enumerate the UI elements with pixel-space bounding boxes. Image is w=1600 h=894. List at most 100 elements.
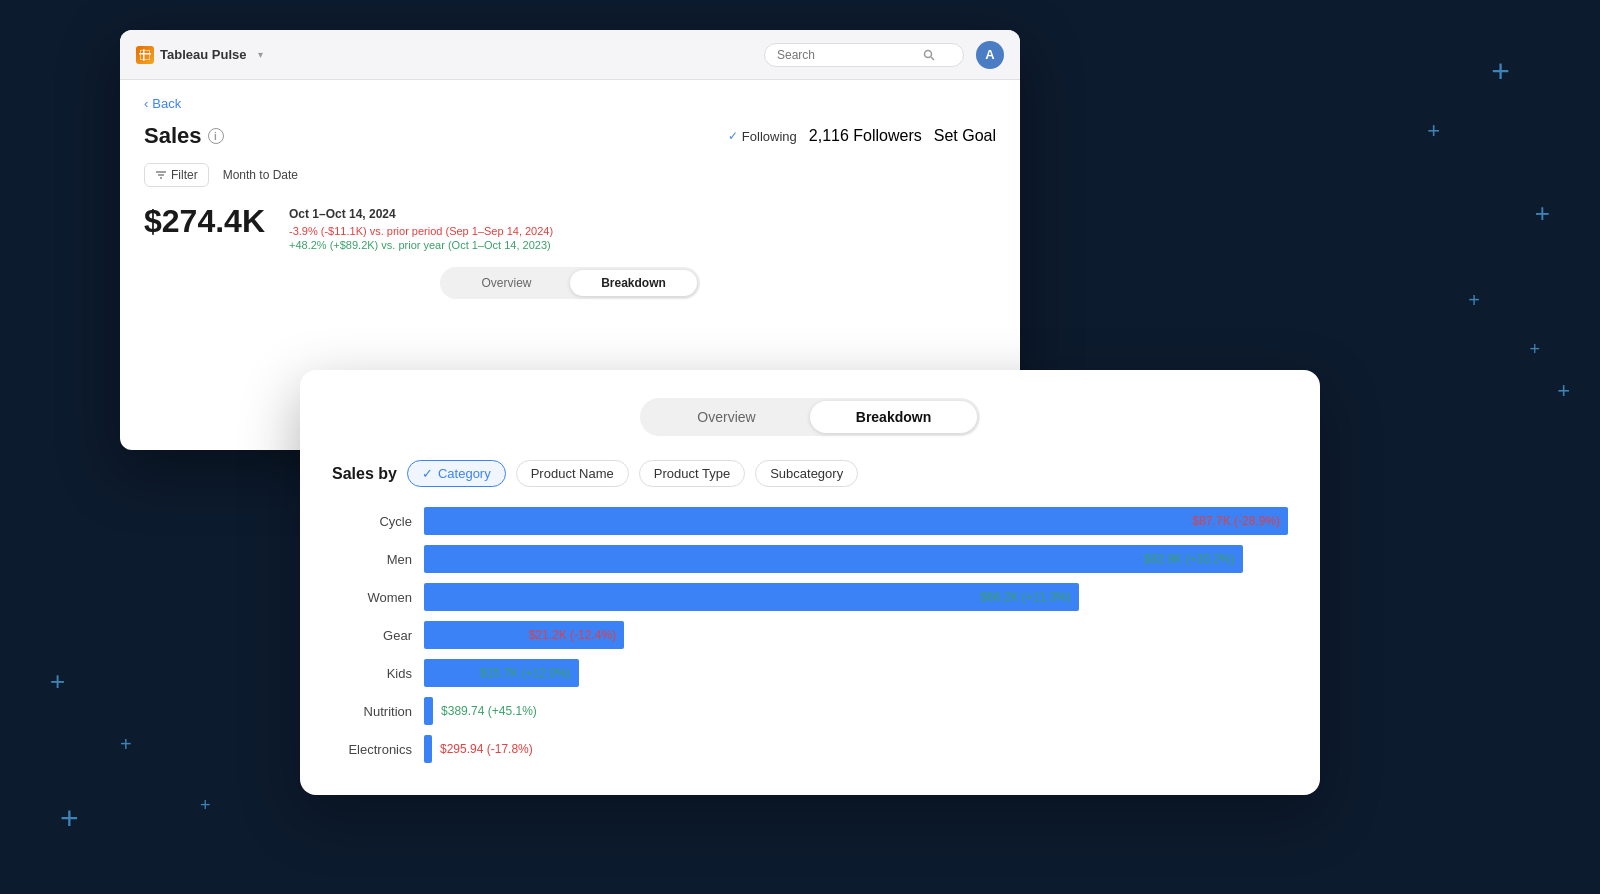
svg-rect-4 [140,50,150,51]
check-icon: ✓ [728,129,738,143]
bar: $389.74 (+45.1%) [424,697,433,725]
back-chevron-icon: ‹ [144,96,148,111]
svg-rect-5 [140,59,150,60]
chart-row: Nutrition $389.74 (+45.1%) [332,697,1288,725]
chart-row-label: Nutrition [332,704,412,719]
tab-breakdown[interactable]: Breakdown [570,270,697,296]
decorative-plus-2: + [1427,120,1440,142]
chart-row-label: Kids [332,666,412,681]
decorative-plus-6: + [1557,380,1570,402]
svg-line-7 [931,57,934,60]
bar-wrapper: $66.2K (+11.3%) [424,583,1288,611]
breakdown-tab-row: Overview Breakdown [332,398,1288,436]
period-button[interactable]: Month to Date [217,164,304,186]
chart-row-label: Men [332,552,412,567]
breakdown-tab-breakdown[interactable]: Breakdown [810,401,977,433]
bar-wrapper: $21.2K (-12.4%) [424,621,1288,649]
browser-header: Tableau Pulse ▾ A [120,30,1020,80]
metric-value: $274.4K [144,203,265,240]
bar-value-inside: $15.7K (+12.0%) [480,666,570,680]
bar-value-inside: $82.9K (+30.2%) [1144,552,1234,566]
breakdown-card: Overview Breakdown Sales by ✓ Category P… [300,370,1320,795]
back-link[interactable]: ‹ Back [144,96,996,111]
bar-wrapper: $82.9K (+30.2%) [424,545,1288,573]
filter-button[interactable]: Filter [144,163,209,187]
bar-wrapper: $295.94 (-17.8%) [424,735,1288,763]
avatar[interactable]: A [976,41,1004,69]
decorative-plus-9: + [200,796,211,814]
bar-wrapper: $15.7K (+12.0%) [424,659,1288,687]
metric-pos-change: +48.2% (+$89.2K) vs. prior year (Oct 1–O… [289,239,553,251]
following-button[interactable]: ✓ Following [728,129,797,144]
bar: $21.2K (-12.4%) [424,621,624,649]
search-container[interactable] [764,43,964,67]
chart-row: Kids $15.7K (+12.0%) [332,659,1288,687]
app-dropdown-arrow[interactable]: ▾ [258,49,263,60]
dimension-product-name[interactable]: Product Name [516,460,629,487]
decorative-plus-10: + [60,802,79,834]
tableau-logo-icon [136,46,154,64]
chart-row: Electronics$295.94 (-17.8%) [332,735,1288,763]
chart-container: Cycle $87.7K (-28.9%) Men $82.9K (+30.2%) Wo… [332,507,1288,763]
sales-by-label: Sales by [332,465,397,483]
sales-by-row: Sales by ✓ Category Product Name Product… [332,460,1288,487]
dimension-product-type[interactable]: Product Type [639,460,745,487]
bar: $15.7K (+12.0%) [424,659,579,687]
decorative-plus-8: + [120,734,132,754]
bar: $87.7K (-28.9%) [424,507,1288,535]
decorative-plus-7: + [50,668,65,694]
svg-rect-3 [149,50,150,60]
bar: $295.94 (-17.8%) [424,735,432,763]
filter-row: Filter Month to Date [144,163,996,187]
metric-neg-change: -3.9% (-$11.1K) vs. prior period (Sep 1–… [289,225,553,237]
chart-row: Gear $21.2K (-12.4%) [332,621,1288,649]
chart-row: Cycle $87.7K (-28.9%) [332,507,1288,535]
chart-row-label: Gear [332,628,412,643]
page-title-text: Sales [144,123,202,149]
chart-row: Women $66.2K (+11.3%) [332,583,1288,611]
search-icon [923,49,935,61]
title-actions: ✓ Following 2,116 Followers Set Goal [728,127,996,145]
metric-section: $274.4K Oct 1–Oct 14, 2024 -3.9% (-$11.1… [144,203,996,251]
bar-value-inside: $66.2K (+11.3%) [980,590,1070,604]
set-goal-button[interactable]: Set Goal [934,127,996,145]
dimension-category[interactable]: ✓ Category [407,460,506,487]
metric-date: Oct 1–Oct 14, 2024 [289,207,553,221]
bar: $66.2K (+11.3%) [424,583,1079,611]
bar-value: $389.74 (+45.1%) [441,704,537,718]
search-input[interactable] [777,48,917,62]
chart-row-label: Cycle [332,514,412,529]
decorative-plus-5: + [1529,340,1540,358]
breakdown-tab-overview[interactable]: Overview [643,401,810,433]
check-icon-category: ✓ [422,466,433,481]
chart-row: Men $82.9K (+30.2%) [332,545,1288,573]
page-title: Sales i [144,123,224,149]
bar-value-inside: $87.7K (-28.9%) [1193,514,1280,528]
svg-point-6 [925,50,932,57]
bar: $82.9K (+30.2%) [424,545,1243,573]
bar-value: $295.94 (-17.8%) [440,742,533,756]
page-title-row: Sales i ✓ Following 2,116 Followers Set … [144,123,996,149]
svg-rect-2 [140,50,141,60]
info-icon[interactable]: i [208,128,224,144]
decorative-plus-3: + [1535,200,1550,226]
tab-overview[interactable]: Overview [443,270,570,296]
decorative-plus-1: + [1491,55,1510,87]
breakdown-toggle: Overview Breakdown [640,398,980,436]
filter-icon [155,169,167,181]
decorative-plus-4: + [1468,290,1480,310]
chart-row-label: Women [332,590,412,605]
bar-wrapper: $87.7K (-28.9%) [424,507,1288,535]
filter-label: Filter [171,168,198,182]
app-name: Tableau Pulse [160,47,246,62]
dimension-category-label: Category [438,466,491,481]
bar-wrapper: $389.74 (+45.1%) [424,697,1288,725]
bar-value-inside: $21.2K (-12.4%) [529,628,616,642]
view-toggle: Overview Breakdown [440,267,700,299]
app-logo: Tableau Pulse [136,46,246,64]
back-label[interactable]: Back [152,96,181,111]
browser-content: ‹ Back Sales i ✓ Following 2,116 Followe… [120,80,1020,325]
followers-count[interactable]: 2,116 Followers [809,127,922,145]
dimension-subcategory[interactable]: Subcategory [755,460,858,487]
metric-details: Oct 1–Oct 14, 2024 -3.9% (-$11.1K) vs. p… [289,203,553,251]
